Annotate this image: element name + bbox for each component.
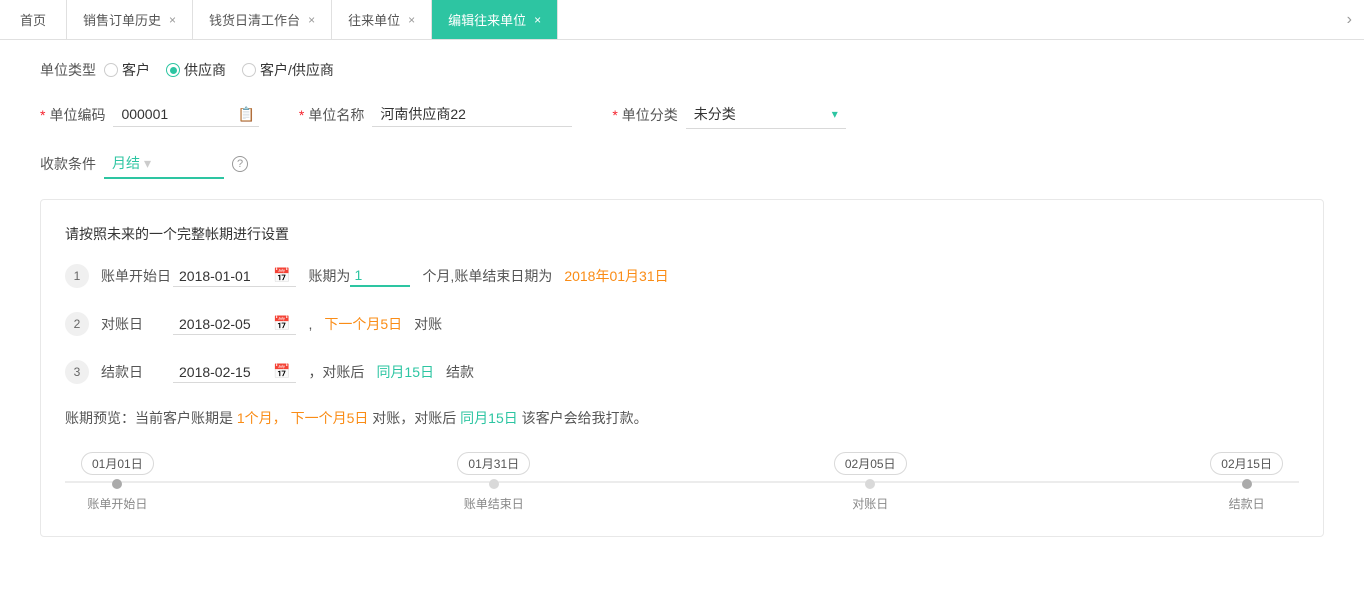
- timeline-badge-4: 02月15日: [1210, 452, 1283, 475]
- period-number-1: 1: [65, 264, 89, 288]
- timeline-circle-2: [489, 479, 499, 489]
- tab-cash-workbench[interactable]: 钱货日清工作台 ×: [193, 0, 332, 39]
- radio-customer[interactable]: 客户: [104, 60, 150, 80]
- timeline-nodes: 01月01日 账单开始日 01月31日 账单结束日 02月05日 对账日 02月…: [81, 452, 1283, 512]
- period-number-3: 3: [65, 360, 89, 384]
- unit-code-group: * 单位编码 📋: [40, 102, 259, 127]
- period-row-1: 1 账单开始日 📅 账期为 个月,账单结束日期为 2018年01月31日: [65, 264, 1299, 288]
- copy-icon[interactable]: 📋: [233, 106, 258, 123]
- timeline-circle-3: [865, 479, 875, 489]
- tab-arrow[interactable]: ›: [1335, 11, 1364, 29]
- calendar-icon-1[interactable]: 📅: [273, 267, 290, 284]
- unit-category-label: 单位分类: [622, 105, 678, 125]
- preview-text: 账期预览：当前客户账期是 1个月， 下一个月5日 对账，对账后 同月15日 该客…: [65, 408, 1299, 428]
- months-input[interactable]: [350, 265, 410, 287]
- end-date-highlight: 2018年01月31日: [564, 266, 668, 286]
- radio-circle-both: [242, 63, 256, 77]
- chevron-down-icon: ▾: [832, 107, 838, 121]
- unit-name-group: * 单位名称: [299, 102, 572, 127]
- period-desc-2-suffix: 对账: [414, 314, 442, 334]
- timeline-badge-3: 02月05日: [834, 452, 907, 475]
- unit-type-row: 单位类型 客户 供应商 客户/供应商: [40, 60, 1324, 80]
- period-label-2: 对账日: [101, 314, 161, 334]
- preview-highlight-1: 1个月，: [237, 410, 287, 426]
- timeline-label-3: 对账日: [852, 495, 888, 512]
- period-desc-2-prefix: ,: [308, 316, 312, 332]
- unit-category-star: *: [612, 107, 617, 123]
- unit-name-star: *: [299, 107, 304, 123]
- close-tab-sales[interactable]: ×: [169, 13, 176, 27]
- reconcile-highlight: 下一个月5日: [324, 314, 402, 334]
- period-label-1: 账单开始日: [101, 266, 161, 286]
- period-number-2: 2: [65, 312, 89, 336]
- timeline-badge-2: 01月31日: [457, 452, 530, 475]
- inner-panel: 请按照未来的一个完整帐期进行设置 1 账单开始日 📅 账期为 个月,账单结束日期…: [40, 199, 1324, 537]
- timeline-label-2: 账单结束日: [464, 495, 524, 512]
- tab-edit-counterpart-unit[interactable]: 编辑往来单位 ×: [432, 0, 558, 39]
- timeline-node-1: 01月01日 账单开始日: [81, 452, 154, 512]
- unit-name-label: 单位名称: [308, 105, 364, 125]
- start-date-input-wrap: 📅: [173, 265, 296, 287]
- timeline-node-4: 02月15日 结款日: [1210, 452, 1283, 512]
- unit-category-value: 未分类: [694, 104, 824, 124]
- main-content: 单位类型 客户 供应商 客户/供应商 * 单位编码 📋: [0, 40, 1364, 608]
- unit-type-radio-group: 客户 供应商 客户/供应商: [104, 60, 334, 80]
- reconcile-date-input[interactable]: [179, 316, 269, 332]
- unit-code-input[interactable]: [113, 102, 233, 126]
- payment-condition-select[interactable]: 月结 ▾: [104, 149, 224, 179]
- panel-title: 请按照未来的一个完整帐期进行设置: [65, 224, 1299, 244]
- start-date-input[interactable]: [179, 268, 269, 284]
- select-dropdown-arrow: ▾: [144, 155, 151, 172]
- timeline-label-4: 结款日: [1229, 495, 1265, 512]
- timeline-circle-4: [1242, 479, 1252, 489]
- timeline-label-1: 账单开始日: [87, 495, 147, 512]
- timeline-circle-1: [112, 479, 122, 489]
- tab-bar: 首页 销售订单历史 × 钱货日清工作台 × 往来单位 × 编辑往来单位 × ›: [0, 0, 1364, 40]
- close-tab-edit[interactable]: ×: [534, 13, 541, 27]
- unit-type-label: 单位类型: [40, 60, 96, 80]
- payment-condition-label: 收款条件: [40, 154, 96, 174]
- preview-highlight-3: 同月15日: [460, 410, 518, 426]
- help-icon[interactable]: ?: [232, 156, 248, 172]
- period-row-3: 3 结款日 📅 ，对账后 同月15日 结款: [65, 360, 1299, 384]
- payment-date-input[interactable]: [179, 364, 269, 380]
- period-row-2: 2 对账日 📅 , 下一个月5日 对账: [65, 312, 1299, 336]
- radio-circle-customer: [104, 63, 118, 77]
- payment-highlight: 同月15日: [376, 362, 434, 382]
- radio-supplier[interactable]: 供应商: [166, 60, 226, 80]
- period-desc-1b: 个月,账单结束日期为: [422, 266, 552, 286]
- radio-circle-supplier: [166, 63, 180, 77]
- payment-condition-row: 收款条件 月结 ▾ ?: [40, 149, 1324, 179]
- unit-category-group: * 单位分类 未分类 ▾: [612, 100, 845, 129]
- close-tab-counterpart[interactable]: ×: [408, 13, 415, 27]
- unit-fields-row: * 单位编码 📋 * 单位名称 * 单位分类 未分类 ▾: [40, 100, 1324, 129]
- timeline-badge-1: 01月01日: [81, 452, 154, 475]
- unit-code-input-wrap: 📋: [113, 102, 258, 127]
- calendar-icon-3[interactable]: 📅: [273, 363, 290, 380]
- period-desc-3-prefix: ，对账后: [308, 362, 364, 382]
- timeline-node-3: 02月05日 对账日: [834, 452, 907, 512]
- tab-sales-order-history[interactable]: 销售订单历史 ×: [67, 0, 193, 39]
- calendar-icon-2[interactable]: 📅: [273, 315, 290, 332]
- unit-code-star: *: [40, 107, 45, 123]
- timeline-node-2: 01月31日 账单结束日: [457, 452, 530, 512]
- radio-both[interactable]: 客户/供应商: [242, 60, 334, 80]
- tab-home[interactable]: 首页: [0, 0, 67, 39]
- unit-name-input[interactable]: [372, 102, 572, 127]
- period-label-3: 结款日: [101, 362, 161, 382]
- preview-highlight-2: 下一个月5日: [291, 410, 369, 426]
- payment-condition-value: 月结: [112, 153, 140, 173]
- reconcile-date-input-wrap: 📅: [173, 313, 296, 335]
- period-desc-1: 账期为: [308, 266, 350, 286]
- payment-date-input-wrap: 📅: [173, 361, 296, 383]
- tab-counterpart-unit[interactable]: 往来单位 ×: [332, 0, 432, 39]
- period-desc-3-suffix: 结款: [446, 362, 474, 382]
- close-tab-cash[interactable]: ×: [308, 13, 315, 27]
- timeline: 01月01日 账单开始日 01月31日 账单结束日 02月05日 对账日 02月…: [65, 452, 1299, 512]
- unit-code-label: 单位编码: [49, 105, 105, 125]
- unit-category-select[interactable]: 未分类 ▾: [686, 100, 846, 129]
